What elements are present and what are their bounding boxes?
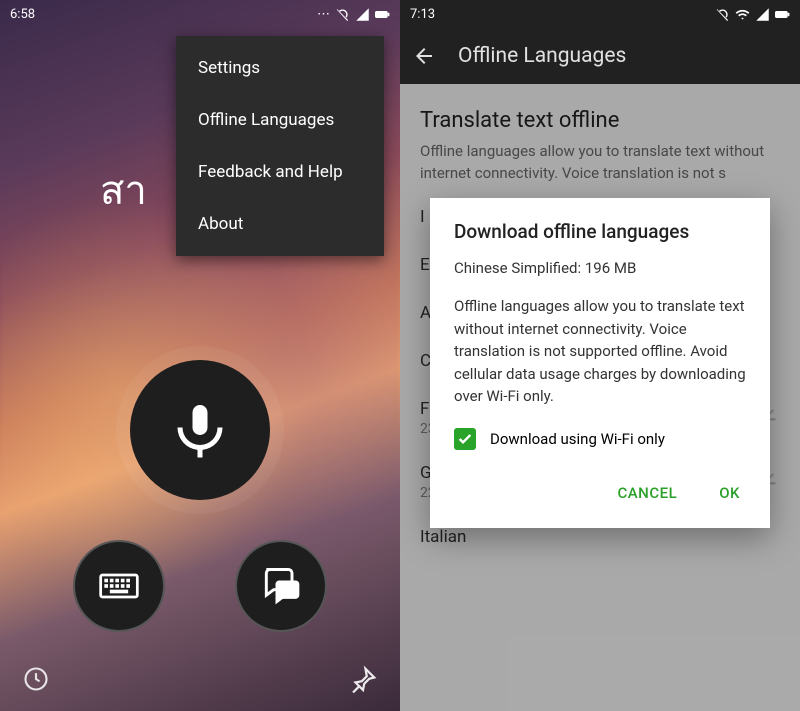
battery-icon [375, 7, 390, 22]
phone-screen-left: 6:58 ⋯ สา Settings Offline Languages Fee… [0, 0, 400, 711]
mic-icon [170, 400, 230, 460]
app-bar: Offline Languages [400, 28, 800, 84]
wifi-icon [735, 7, 750, 22]
keyboard-button[interactable] [73, 540, 165, 632]
status-time: 6:58 [10, 7, 35, 22]
menu-item-offline-languages[interactable]: Offline Languages [176, 94, 384, 146]
history-button[interactable] [22, 665, 50, 699]
menu-item-settings[interactable]: Settings [176, 42, 384, 94]
menu-item-about[interactable]: About [176, 198, 384, 250]
keyboard-icon [97, 564, 141, 608]
pin-button[interactable] [348, 665, 378, 699]
check-icon [457, 431, 473, 447]
chat-icon [259, 564, 303, 608]
mic-button[interactable] [130, 360, 270, 500]
status-time: 7:13 [410, 7, 435, 22]
dialog-body: Offline languages allow you to translate… [454, 295, 746, 408]
more-icon: ⋯ [317, 7, 330, 22]
phone-screen-right: 7:13 Offline Languages Translate text of… [400, 0, 800, 711]
signal-icon [755, 7, 770, 22]
dialog-title: Download offline languages [454, 220, 746, 243]
download-dialog: Download offline languages Chinese Simpl… [430, 198, 770, 528]
clock-icon [22, 665, 50, 693]
status-icons [715, 7, 790, 22]
signal-icon [355, 7, 370, 22]
app-bar-title: Offline Languages [458, 44, 626, 68]
status-bar: 7:13 [400, 0, 800, 28]
conversation-button[interactable] [235, 540, 327, 632]
overflow-menu: Settings Offline Languages Feedback and … [176, 36, 384, 256]
alarm-off-icon [335, 7, 350, 22]
alarm-off-icon [715, 7, 730, 22]
status-bar: 6:58 ⋯ [0, 0, 400, 28]
arrow-left-icon [412, 44, 436, 68]
wifi-only-label: Download using Wi-Fi only [490, 430, 665, 448]
menu-item-feedback-help[interactable]: Feedback and Help [176, 146, 384, 198]
battery-icon [775, 7, 790, 22]
back-button[interactable] [412, 44, 436, 68]
pin-icon [348, 665, 378, 695]
ok-button[interactable]: OK [713, 476, 746, 510]
wifi-only-checkbox[interactable] [454, 428, 476, 450]
dialog-subline: Chinese Simplified: 196 MB [454, 259, 746, 277]
status-icons: ⋯ [317, 7, 390, 22]
cancel-button[interactable]: CANCEL [611, 476, 683, 510]
